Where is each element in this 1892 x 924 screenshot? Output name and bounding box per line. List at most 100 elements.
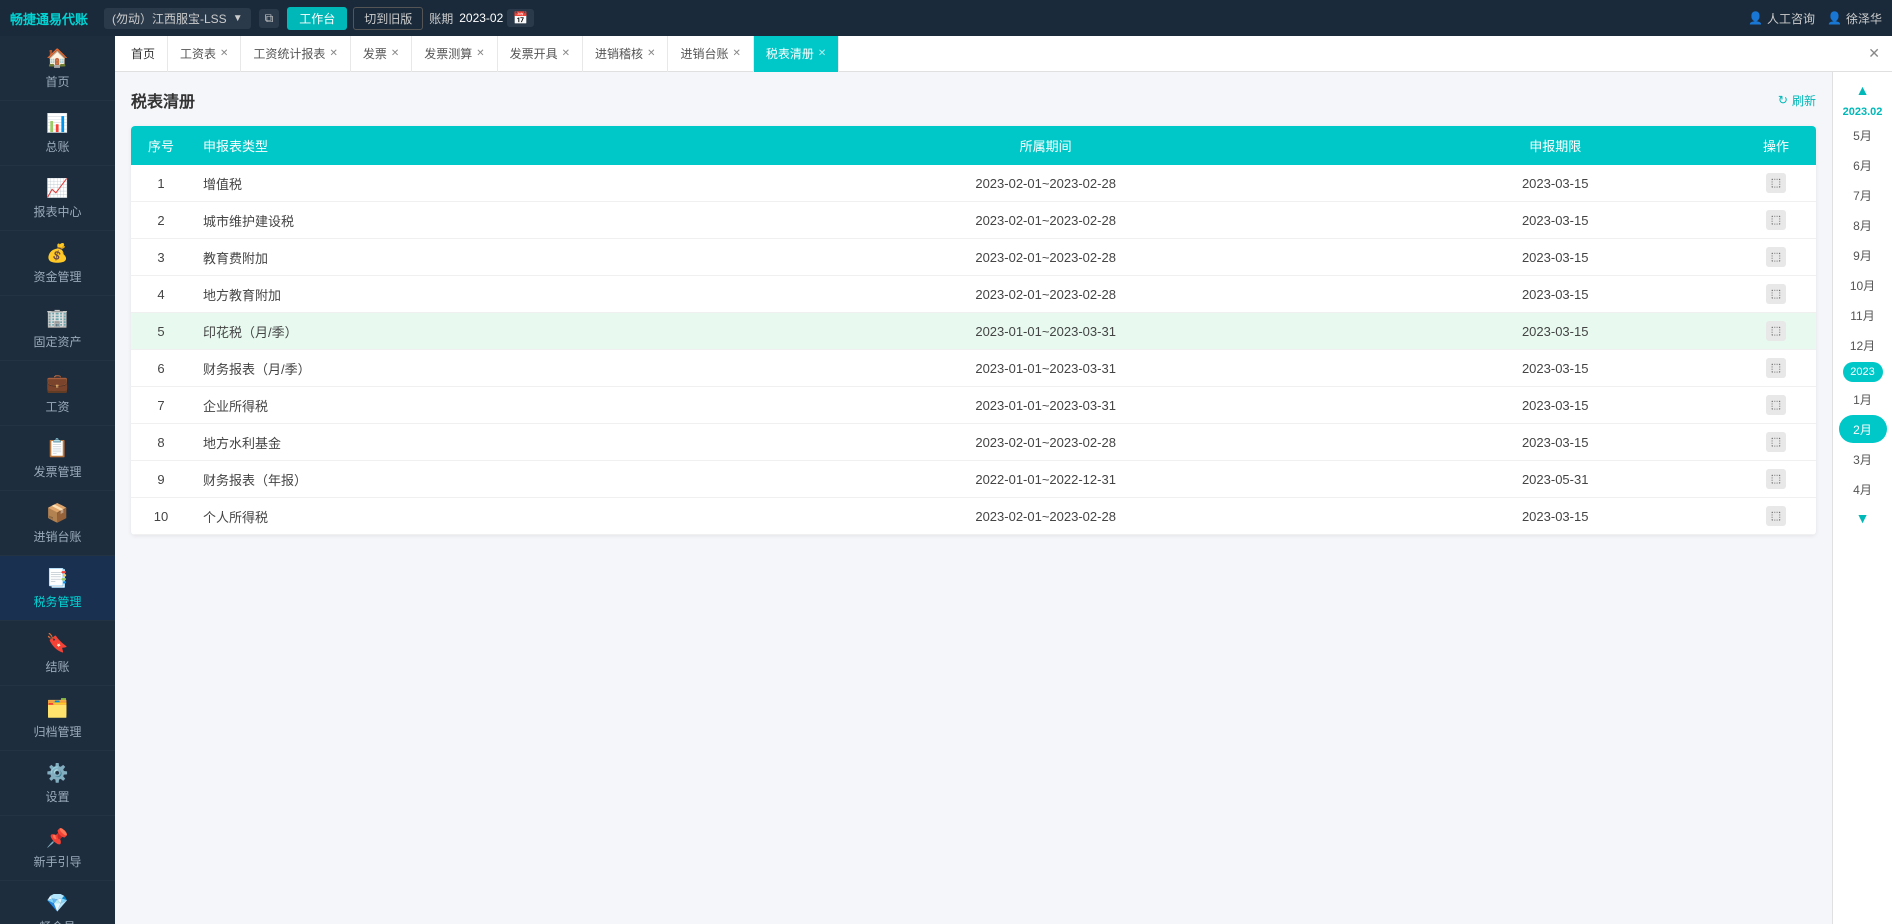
view-action-icon[interactable]: ⬚ bbox=[1766, 247, 1786, 267]
month-4[interactable]: 4月 bbox=[1839, 475, 1887, 503]
sidebar-item-tax[interactable]: 📑 税务管理 bbox=[0, 556, 115, 621]
sidebar: 🏠 首页 📊 总账 📈 报表中心 💰 资金管理 🏢 固定资产 💼 工资 📋 发票… bbox=[0, 36, 115, 924]
scroll-up-icon[interactable]: ▲ bbox=[1851, 78, 1875, 102]
view-action-icon[interactable]: ⬚ bbox=[1766, 173, 1786, 193]
tab-tax-register[interactable]: 税表清册 ✕ bbox=[754, 36, 839, 72]
tab-purchase-ledger-close[interactable]: ✕ bbox=[732, 48, 740, 59]
scroll-down-icon[interactable]: ▼ bbox=[1851, 506, 1875, 530]
cell-action: ⬚ bbox=[1736, 165, 1816, 202]
tab-invoice-open[interactable]: 发票开具 ✕ bbox=[498, 36, 583, 72]
cell-type: 财务报表（月/季） bbox=[191, 350, 717, 387]
view-action-icon[interactable]: ⬚ bbox=[1766, 284, 1786, 304]
tab-salary-report[interactable]: 工资统计报表 ✕ bbox=[241, 36, 350, 72]
month-12[interactable]: 12月 bbox=[1839, 331, 1887, 359]
month-10[interactable]: 10月 bbox=[1839, 271, 1887, 299]
invoice-icon: 📋 bbox=[46, 438, 68, 459]
view-action-icon[interactable]: ⬚ bbox=[1766, 395, 1786, 415]
page-title: 税表清册 bbox=[131, 88, 195, 112]
month-9[interactable]: 9月 bbox=[1839, 241, 1887, 269]
fund-icon: 💰 bbox=[46, 243, 68, 264]
sidebar-item-report[interactable]: 📈 报表中心 bbox=[0, 166, 115, 231]
ledger-icon: 📊 bbox=[46, 113, 68, 134]
consult-button[interactable]: 👤 人工咨询 bbox=[1748, 10, 1815, 27]
tab-invoice[interactable]: 发票 ✕ bbox=[351, 36, 412, 72]
month-6[interactable]: 6月 bbox=[1839, 151, 1887, 179]
user-name: 👤 徐泽华 bbox=[1827, 10, 1882, 27]
cell-period: 2023-01-01~2023-03-31 bbox=[717, 387, 1375, 424]
refresh-button[interactable]: ↻ 刷新 bbox=[1778, 92, 1816, 109]
salary-icon: 💼 bbox=[46, 373, 68, 394]
content-area: 首页 工资表 ✕ 工资统计报表 ✕ 发票 ✕ 发票测算 ✕ 发票开具 ✕ bbox=[115, 36, 1892, 924]
tab-home[interactable]: 首页 bbox=[119, 36, 168, 72]
workbench-button[interactable]: 工作台 bbox=[287, 7, 347, 30]
month-8[interactable]: 8月 bbox=[1839, 211, 1887, 239]
tab-invoice-close[interactable]: ✕ bbox=[391, 48, 399, 59]
page-header: 税表清册 ↻ 刷新 bbox=[131, 88, 1816, 112]
month-3[interactable]: 3月 bbox=[1839, 445, 1887, 473]
tab-invoice-open-close[interactable]: ✕ bbox=[562, 48, 570, 59]
table-row: 6 财务报表（月/季） 2023-01-01~2023-03-31 2023-0… bbox=[131, 350, 1816, 387]
sidebar-item-guide[interactable]: 📌 新手引导 bbox=[0, 816, 115, 881]
view-action-icon[interactable]: ⬚ bbox=[1766, 432, 1786, 452]
tab-tax-register-close[interactable]: ✕ bbox=[818, 48, 826, 59]
month-5[interactable]: 5月 bbox=[1839, 121, 1887, 149]
tab-invoice-calc[interactable]: 发票测算 ✕ bbox=[412, 36, 497, 72]
cell-type: 增值税 bbox=[191, 165, 717, 202]
sidebar-item-vip[interactable]: 💎 畅会员 bbox=[0, 881, 115, 924]
cell-period: 2023-02-01~2023-02-28 bbox=[717, 276, 1375, 313]
top-bar: 畅捷通易代账 (勿动）江西服宝-LSS ▼ ⧉ 工作台 切到旧版 账期 2023… bbox=[0, 0, 1892, 36]
table-row: 4 地方教育附加 2023-02-01~2023-02-28 2023-03-1… bbox=[131, 276, 1816, 313]
sidebar-item-home[interactable]: 🏠 首页 bbox=[0, 36, 115, 101]
tab-invoice-calc-close[interactable]: ✕ bbox=[476, 48, 484, 59]
tab-bar: 首页 工资表 ✕ 工资统计报表 ✕ 发票 ✕ 发票测算 ✕ 发票开具 ✕ bbox=[115, 36, 1892, 72]
main-layout: 🏠 首页 📊 总账 📈 报表中心 💰 资金管理 🏢 固定资产 💼 工资 📋 发票… bbox=[0, 36, 1892, 924]
sidebar-item-purchase[interactable]: 📦 进销台账 bbox=[0, 491, 115, 556]
cell-period: 2023-02-01~2023-02-28 bbox=[717, 498, 1375, 535]
sidebar-label-assets: 固定资产 bbox=[33, 333, 81, 350]
month-7[interactable]: 7月 bbox=[1839, 181, 1887, 209]
guide-icon: 📌 bbox=[46, 828, 68, 849]
sidebar-item-settings[interactable]: ⚙️ 设置 bbox=[0, 751, 115, 816]
sidebar-item-ledger[interactable]: 📊 总账 bbox=[0, 101, 115, 166]
view-action-icon[interactable]: ⬚ bbox=[1766, 506, 1786, 526]
tab-purchase-check[interactable]: 进销稽核 ✕ bbox=[583, 36, 668, 72]
cell-type: 地方教育附加 bbox=[191, 276, 717, 313]
tab-salary-report-close[interactable]: ✕ bbox=[329, 48, 337, 59]
sidebar-label-settle: 结账 bbox=[45, 658, 69, 675]
table-row: 8 地方水利基金 2023-02-01~2023-02-28 2023-03-1… bbox=[131, 424, 1816, 461]
right-panel: ▲ 2023.02 5月 6月 7月 8月 9月 10月 11月 12月 202… bbox=[1832, 72, 1892, 924]
tab-salary[interactable]: 工资表 ✕ bbox=[168, 36, 241, 72]
sidebar-label-tax: 税务管理 bbox=[33, 593, 81, 610]
sidebar-item-invoice[interactable]: 📋 发票管理 bbox=[0, 426, 115, 491]
view-action-icon[interactable]: ⬚ bbox=[1766, 321, 1786, 341]
company-selector[interactable]: (勿动）江西服宝-LSS ▼ bbox=[104, 8, 251, 29]
month-1[interactable]: 1月 bbox=[1839, 385, 1887, 413]
table-row: 10 个人所得税 2023-02-01~2023-02-28 2023-03-1… bbox=[131, 498, 1816, 535]
tab-purchase-check-close[interactable]: ✕ bbox=[647, 48, 655, 59]
view-action-icon[interactable]: ⬚ bbox=[1766, 210, 1786, 230]
view-action-icon[interactable]: ⬚ bbox=[1766, 358, 1786, 378]
cell-deadline: 2023-03-15 bbox=[1374, 387, 1736, 424]
sidebar-item-salary[interactable]: 💼 工资 bbox=[0, 361, 115, 426]
copy-icon[interactable]: ⧉ bbox=[259, 9, 280, 28]
sidebar-item-archive[interactable]: 🗂️ 归档管理 bbox=[0, 686, 115, 751]
cell-seq: 2 bbox=[131, 202, 191, 239]
user-area: 👤 人工咨询 👤 徐泽华 bbox=[1748, 10, 1882, 27]
month-11[interactable]: 11月 bbox=[1839, 301, 1887, 329]
sidebar-label-archive: 归档管理 bbox=[33, 723, 81, 740]
view-action-icon[interactable]: ⬚ bbox=[1766, 469, 1786, 489]
sidebar-item-assets[interactable]: 🏢 固定资产 bbox=[0, 296, 115, 361]
cell-deadline: 2023-03-15 bbox=[1374, 239, 1736, 276]
sidebar-label-report: 报表中心 bbox=[33, 203, 81, 220]
sidebar-item-fund[interactable]: 💰 资金管理 bbox=[0, 231, 115, 296]
sidebar-item-settle[interactable]: 🔖 结账 bbox=[0, 621, 115, 686]
tab-salary-close[interactable]: ✕ bbox=[220, 48, 228, 59]
close-all-icon[interactable]: ✕ bbox=[1868, 45, 1880, 62]
main-content: 税表清册 ↻ 刷新 序号 申报表类型 所属期间 申报期限 操作 bbox=[115, 72, 1832, 924]
tab-purchase-ledger[interactable]: 进销台账 ✕ bbox=[668, 36, 753, 72]
sidebar-label-vip: 畅会员 bbox=[39, 918, 75, 924]
calendar-icon[interactable]: 📅 bbox=[507, 9, 534, 27]
month-2-active[interactable]: 2月 bbox=[1839, 415, 1887, 443]
old-mode-button[interactable]: 切到旧版 bbox=[353, 7, 423, 30]
cell-deadline: 2023-03-15 bbox=[1374, 165, 1736, 202]
